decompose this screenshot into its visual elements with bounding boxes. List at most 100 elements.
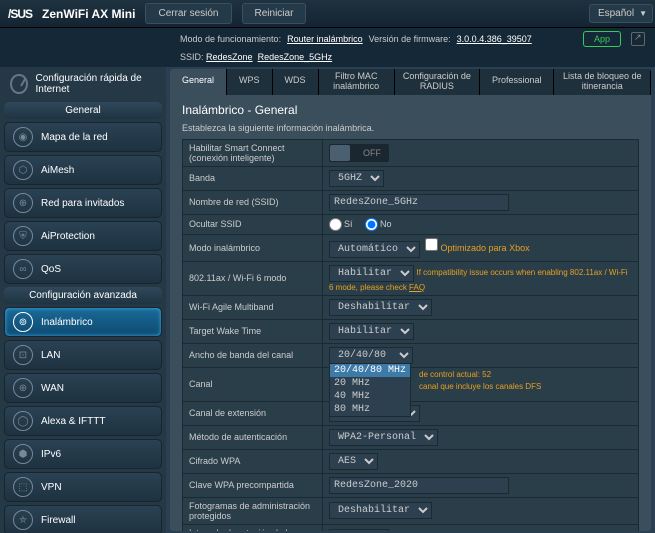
bandwidth-option[interactable]: 20/40/80 MHz bbox=[330, 364, 410, 377]
nav-icon: ⊕ bbox=[13, 378, 33, 398]
nav-label: Mapa de la red bbox=[41, 132, 108, 143]
nav-label: AiMesh bbox=[41, 165, 74, 176]
psk-label: Clave WPA precompartida bbox=[183, 473, 323, 497]
nav-item-wan[interactable]: ⊕ WAN bbox=[4, 373, 162, 403]
bandwidth-label: Ancho de banda del canal bbox=[183, 343, 323, 367]
nav-icon: ◯ bbox=[13, 411, 33, 431]
nav-icon: ⛨ bbox=[13, 226, 33, 246]
ssid-input[interactable] bbox=[329, 194, 509, 211]
nav-label: IPv6 bbox=[41, 449, 61, 460]
bandwidth-select[interactable]: 20/40/80 MHz bbox=[329, 347, 413, 364]
twt-label: Target Wake Time bbox=[183, 319, 323, 343]
ssid-link-2[interactable]: RedesZone_5GHz bbox=[258, 52, 333, 62]
cipher-label: Cifrado WPA bbox=[183, 449, 323, 473]
tab-general[interactable]: General bbox=[170, 69, 227, 95]
nav-label: WAN bbox=[41, 383, 64, 394]
hide-yes-radio[interactable] bbox=[329, 218, 342, 231]
nav-item-vpn[interactable]: ⬚VPN bbox=[4, 472, 162, 502]
band-select[interactable]: 5GHZ bbox=[329, 170, 384, 187]
tab-wps[interactable]: WPS bbox=[227, 69, 273, 95]
psk-input[interactable] bbox=[329, 477, 509, 494]
faq-link[interactable]: FAQ bbox=[409, 283, 425, 292]
section-general: General bbox=[4, 102, 162, 119]
section-advanced: Configuración avanzada bbox=[4, 287, 162, 304]
twt-select[interactable]: Habilitar bbox=[329, 323, 414, 340]
bandwidth-option[interactable]: 20 MHz bbox=[330, 377, 410, 390]
nav-item-qos[interactable]: ∞QoS bbox=[4, 254, 162, 284]
nav-icon: ⊕ bbox=[13, 193, 33, 213]
app-button[interactable]: App bbox=[583, 31, 621, 47]
nav-item-firewall[interactable]: ⛤Firewall bbox=[4, 505, 162, 533]
ssid-field-label: Nombre de red (SSID) bbox=[183, 190, 323, 214]
tab-bar: GeneralWPSWDSFiltro MAC inalámbricoConfi… bbox=[170, 69, 651, 95]
nav-item-red-para-invitados[interactable]: ⊕ Red para invitados bbox=[4, 188, 162, 218]
nav-label: Alexa & IFTTT bbox=[41, 416, 105, 427]
external-link-icon[interactable] bbox=[631, 32, 645, 46]
brand-logo: /SUS bbox=[8, 7, 32, 21]
ssid-link-1[interactable]: RedesZone bbox=[206, 52, 253, 62]
nav-item-mapa-de-la-red[interactable]: ◉ Mapa de la red bbox=[4, 122, 162, 152]
ssid-label: SSID: bbox=[180, 52, 204, 62]
nav-label: AiProtection bbox=[41, 231, 95, 242]
tab-wds[interactable]: WDS bbox=[273, 69, 319, 95]
sidebar: Configuración rápida de Internet General… bbox=[0, 67, 166, 533]
smart-connect-toggle[interactable]: OFF bbox=[329, 144, 389, 162]
nav-icon: ◉ bbox=[13, 127, 33, 147]
ax-mode-label: 802.11ax / Wi-Fi 6 modo bbox=[183, 261, 323, 295]
quick-setup-button[interactable]: Configuración rápida de Internet bbox=[4, 69, 162, 99]
hide-no-label[interactable]: No bbox=[365, 219, 392, 229]
agile-label: Wi-Fi Agile Multiband bbox=[183, 295, 323, 319]
hide-yes-label[interactable]: Sí bbox=[329, 219, 353, 229]
band-label: Banda bbox=[183, 166, 323, 190]
nav-item-ipv6[interactable]: ⬢ IPv6 bbox=[4, 439, 162, 469]
panel-title: Inalámbrico - General bbox=[182, 103, 639, 117]
hide-ssid-label: Ocultar SSID bbox=[183, 214, 323, 234]
agile-select[interactable]: Deshabilitar bbox=[329, 299, 432, 316]
auth-label: Método de autenticación bbox=[183, 425, 323, 449]
quick-setup-label: Configuración rápida de Internet bbox=[36, 73, 157, 95]
bandwidth-dropdown-list: 20/40/80 MHz20 MHz40 MHz80 MHz bbox=[329, 363, 411, 417]
wireless-mode-label: Modo inalámbrico bbox=[183, 234, 323, 261]
bandwidth-option[interactable]: 80 MHz bbox=[330, 403, 410, 416]
nav-item-lan[interactable]: ⊡LAN bbox=[4, 340, 162, 370]
wireless-mode-select[interactable]: Automático bbox=[329, 241, 420, 258]
nav-icon: ⛤ bbox=[13, 510, 33, 530]
rekey-input[interactable] bbox=[329, 529, 389, 531]
auth-select[interactable]: WPA2-Personal bbox=[329, 429, 438, 446]
logout-button[interactable]: Cerrar sesión bbox=[145, 3, 231, 24]
nav-label: QoS bbox=[41, 264, 61, 275]
fw-label: Versión de firmware: bbox=[369, 34, 451, 44]
mode-label: Modo de funcionamiento: bbox=[180, 34, 281, 44]
tab-configuraci-n-de-radius[interactable]: Configuración de RADIUS bbox=[395, 69, 480, 95]
cipher-select[interactable]: AES bbox=[329, 453, 378, 470]
product-name: ZenWiFi AX Mini bbox=[42, 7, 135, 21]
pmf-select[interactable]: Deshabilitar bbox=[329, 502, 432, 519]
tab-lista-de-bloqueo-de-itinerancia[interactable]: Lista de bloqueo de itinerancia bbox=[554, 69, 651, 95]
nav-icon: ⬡ bbox=[13, 160, 33, 180]
nav-item-aimesh[interactable]: ⬡ AiMesh bbox=[4, 155, 162, 185]
nav-label: Red para invitados bbox=[41, 198, 124, 209]
nav-icon: ⊡ bbox=[13, 345, 33, 365]
channel-label: Canal bbox=[183, 367, 323, 401]
nav-item-alexa-ifttt[interactable]: ◯ Alexa & IFTTT bbox=[4, 406, 162, 436]
nav-label: Inalámbrico bbox=[41, 317, 93, 328]
nav-item-inal-mbrico[interactable]: ⊚Inalámbrico bbox=[4, 307, 162, 337]
nav-item-aiprotection[interactable]: ⛨ AiProtection bbox=[4, 221, 162, 251]
rekey-label: Intervalo de rotación de la clave de red bbox=[183, 524, 323, 531]
tab-filtro-mac-inal-mbrico[interactable]: Filtro MAC inalámbrico bbox=[319, 69, 395, 95]
xbox-checkbox[interactable] bbox=[425, 238, 438, 251]
xbox-label: Optimizado para Xbox bbox=[441, 243, 530, 253]
channel-note-1: de control actual: 52 bbox=[419, 370, 491, 379]
mode-link[interactable]: Router inalámbrico bbox=[287, 34, 363, 44]
fw-link[interactable]: 3.0.0.4.386_39507 bbox=[457, 34, 532, 44]
chevron-down-icon: ▼ bbox=[639, 9, 647, 18]
panel-desc: Establezca la siguiente información inal… bbox=[182, 123, 639, 133]
ax-mode-select[interactable]: Habilitar bbox=[329, 265, 414, 282]
ext-channel-label: Canal de extensión bbox=[183, 401, 323, 425]
nav-icon: ⬢ bbox=[13, 444, 33, 464]
nav-label: VPN bbox=[41, 482, 62, 493]
bandwidth-option[interactable]: 40 MHz bbox=[330, 390, 410, 403]
tab-professional[interactable]: Professional bbox=[480, 69, 555, 95]
hide-no-radio[interactable] bbox=[365, 218, 378, 231]
reboot-button[interactable]: Reiniciar bbox=[242, 3, 307, 24]
